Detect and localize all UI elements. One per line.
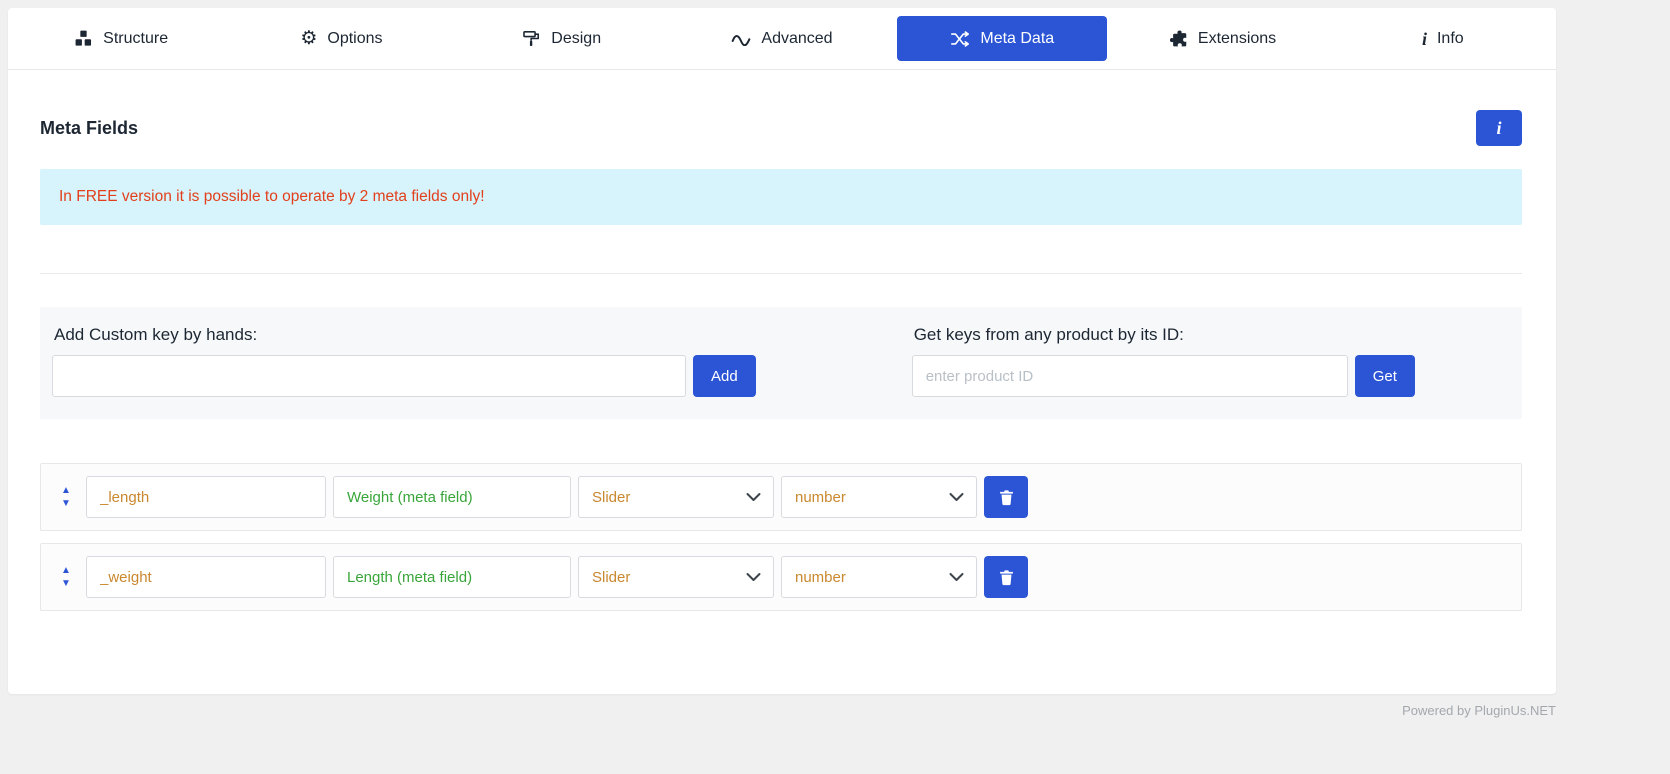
tab-label: Options xyxy=(327,30,382,48)
product-id-field-row: Get xyxy=(912,355,1415,397)
type-select[interactable]: number xyxy=(781,476,977,518)
tab-label: Extensions xyxy=(1198,30,1276,48)
tab-content: Meta Fields i In FREE version it is poss… xyxy=(8,70,1556,611)
paint-roller-icon xyxy=(522,29,541,48)
trash-icon xyxy=(998,568,1015,587)
view-select-wrap: Slider xyxy=(578,556,774,598)
plugin-panel: Structure ⚙ Options Design Advanced xyxy=(8,8,1556,694)
custom-key-field-row: Add xyxy=(52,355,756,397)
tab-options[interactable]: ⚙ Options xyxy=(236,16,446,61)
trash-icon xyxy=(998,488,1015,507)
custom-key-input[interactable] xyxy=(52,355,686,397)
tab-label: Design xyxy=(551,30,601,48)
meta-field-row: ▲ ▼ Slider number xyxy=(40,543,1522,611)
view-select[interactable]: Slider xyxy=(578,476,774,518)
admin-page: Structure ⚙ Options Design Advanced xyxy=(0,0,1670,774)
get-button[interactable]: Get xyxy=(1355,355,1415,397)
delete-row-button[interactable] xyxy=(984,476,1028,518)
product-id-input[interactable] xyxy=(912,355,1348,397)
sort-up-icon: ▲ xyxy=(61,486,71,496)
tab-label: Meta Data xyxy=(980,30,1054,48)
info-icon: i xyxy=(1496,119,1501,137)
notice-text: In FREE version it is possible to operat… xyxy=(59,188,485,206)
product-keys-group: Get keys from any product by its ID: Get xyxy=(912,325,1415,397)
info-icon: i xyxy=(1422,30,1427,48)
cubes-icon xyxy=(74,29,93,48)
meta-title-input[interactable] xyxy=(333,476,571,518)
meta-field-row: ▲ ▼ Slider number xyxy=(40,463,1522,531)
delete-row-button[interactable] xyxy=(984,556,1028,598)
shuffle-icon xyxy=(950,30,970,48)
tab-label: Info xyxy=(1437,30,1464,48)
puzzle-icon xyxy=(1169,29,1188,48)
tab-structure[interactable]: Structure xyxy=(16,16,226,61)
drag-handle[interactable]: ▲ ▼ xyxy=(53,566,79,589)
title-row: Meta Fields i xyxy=(40,110,1522,146)
free-version-notice: In FREE version it is possible to operat… xyxy=(40,169,1522,225)
meta-key-input[interactable] xyxy=(86,556,326,598)
divider xyxy=(40,273,1522,274)
tab-label: Advanced xyxy=(761,30,832,48)
meta-key-input[interactable] xyxy=(86,476,326,518)
page-title: Meta Fields xyxy=(40,118,138,139)
tab-label: Structure xyxy=(103,30,168,48)
add-button[interactable]: Add xyxy=(693,355,756,397)
tab-info[interactable]: i Info xyxy=(1338,16,1548,61)
custom-key-group: Add Custom key by hands: Add xyxy=(52,325,756,397)
tab-advanced[interactable]: Advanced xyxy=(677,16,887,61)
gear-icon: ⚙ xyxy=(300,29,317,48)
drag-handle[interactable]: ▲ ▼ xyxy=(53,486,79,509)
tab-meta-data[interactable]: Meta Data xyxy=(897,16,1107,61)
tab-extensions[interactable]: Extensions xyxy=(1117,16,1327,61)
product-id-label: Get keys from any product by its ID: xyxy=(914,325,1415,345)
type-select[interactable]: number xyxy=(781,556,977,598)
tab-design[interactable]: Design xyxy=(457,16,667,61)
view-select[interactable]: Slider xyxy=(578,556,774,598)
keys-panel: Add Custom key by hands: Add Get keys fr… xyxy=(40,307,1522,419)
meta-rows-list: ▲ ▼ Slider number xyxy=(40,463,1522,611)
type-select-wrap: number xyxy=(781,476,977,518)
powered-by: Powered by PluginUs.NET xyxy=(1402,703,1556,718)
tab-bar: Structure ⚙ Options Design Advanced xyxy=(8,8,1556,70)
sort-down-icon: ▼ xyxy=(61,499,71,509)
wave-icon xyxy=(731,31,751,46)
info-button[interactable]: i xyxy=(1476,110,1522,146)
sort-up-icon: ▲ xyxy=(61,566,71,576)
sort-down-icon: ▼ xyxy=(61,579,71,589)
type-select-wrap: number xyxy=(781,556,977,598)
meta-title-input[interactable] xyxy=(333,556,571,598)
custom-key-label: Add Custom key by hands: xyxy=(54,325,756,345)
view-select-wrap: Slider xyxy=(578,476,774,518)
